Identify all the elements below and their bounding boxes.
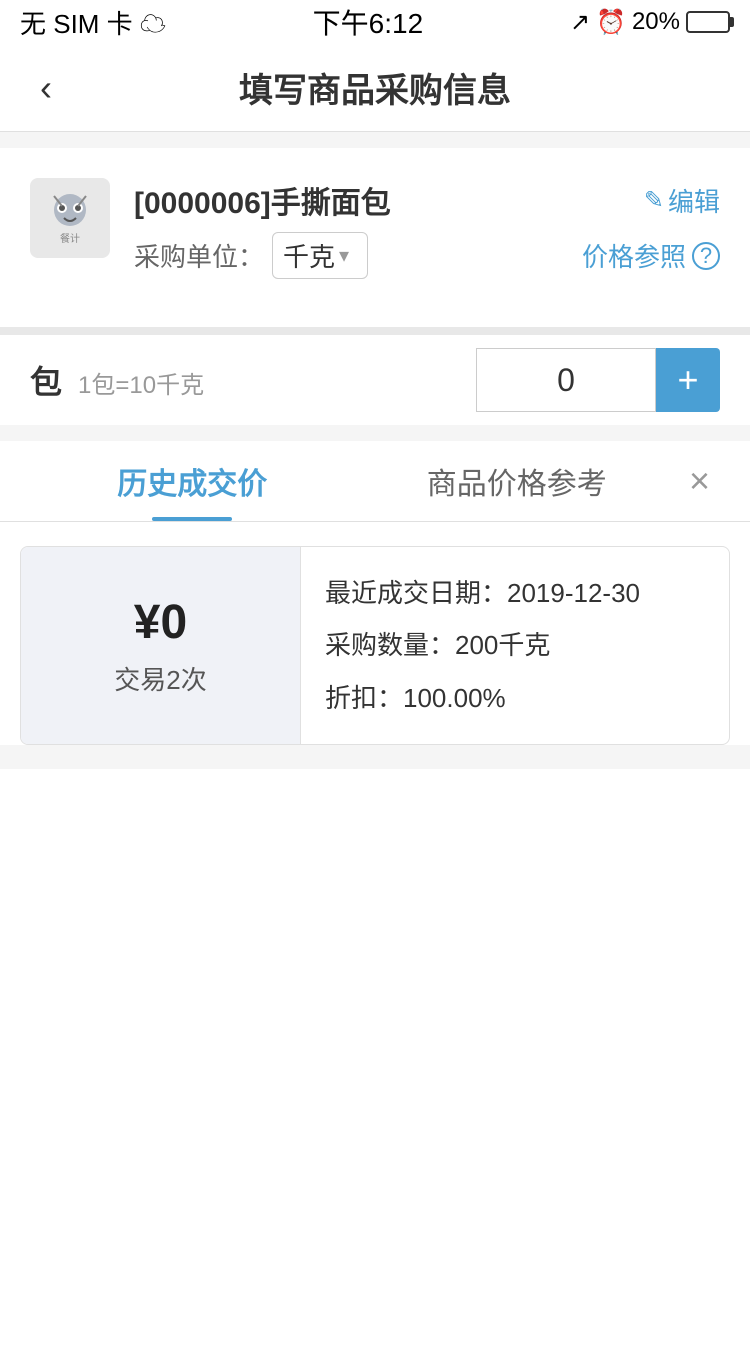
product-name: [0000006]手撕面包 [134,178,391,222]
battery-indicator [686,11,730,33]
page-title: 填写商品采购信息 [239,63,511,112]
tab-section: 历史成交价 商品价格参考 × ¥0 交易2次 最近成交日期：2019-12-30… [0,441,750,745]
unit-value: 千克 [283,237,335,274]
recent-date-row: 最近成交日期：2019-12-30 [325,575,705,611]
battery-tip [730,17,734,27]
trade-price: ¥0 [134,595,187,650]
product-header: 餐计 [0000006]手撕面包 ✎ 编辑 采购单位： 千克 ▾ [30,178,720,279]
quantity-row: 包 1包=10千克 0 + [0,335,750,425]
dropdown-arrow-icon: ▾ [339,243,349,268]
quantity-left: 包 1包=10千克 [30,357,204,403]
quantity-plus-button[interactable]: + [656,348,720,412]
section-divider [0,327,750,335]
edit-icon: ✎ [644,186,664,215]
product-name-row: [0000006]手撕面包 ✎ 编辑 [134,178,720,222]
purchase-qty-row: 采购数量：200千克 [325,627,705,663]
status-left: 无 SIM 卡 ☁ [20,4,166,41]
tab-product-price[interactable]: 商品价格参考 [354,441,678,521]
svg-text:餐计: 餐计 [60,232,80,245]
product-card: 餐计 [0000006]手撕面包 ✎ 编辑 采购单位： 千克 ▾ [0,148,750,327]
purchase-unit-row: 采购单位： 千克 ▾ 价格参照 ? [134,232,720,279]
nav-bar: ‹ 填写商品采购信息 [0,44,750,132]
quantity-input[interactable]: 0 [476,348,656,412]
recent-date-label: 最近成交日期： [325,578,507,608]
price-value: 0 [161,596,188,649]
discount-value: 100.00% [403,683,506,713]
battery-percent: 20% [632,8,680,36]
tab-history-price[interactable]: 历史成交价 [30,441,354,521]
trade-card: ¥0 交易2次 最近成交日期：2019-12-30 采购数量：200千克 折扣：… [20,546,730,745]
brand-logo-icon: 餐计 [40,188,100,248]
back-button[interactable]: ‹ [30,57,62,119]
price-symbol: ¥ [134,596,161,649]
battery-body [686,11,730,33]
tab-bar: 历史成交价 商品价格参考 × [0,441,750,522]
edit-button[interactable]: ✎ 编辑 [644,182,720,219]
price-ref-help-icon: ? [692,242,720,270]
trade-details: 最近成交日期：2019-12-30 采购数量：200千克 折扣：100.00% [301,547,729,744]
product-info: [0000006]手撕面包 ✎ 编辑 采购单位： 千克 ▾ 价格参照 ? [134,178,720,279]
tab-product-price-label: 商品价格参考 [427,459,607,503]
tab-history-price-label: 历史成交价 [117,459,267,503]
unit-select-dropdown[interactable]: 千克 ▾ [272,232,368,279]
product-logo: 餐计 [30,178,110,258]
status-time: 下午6:12 [313,2,424,42]
edit-label: 编辑 [668,182,720,219]
purchase-unit-label: 采购单位： [134,237,264,274]
discount-label: 折扣： [325,683,403,713]
alarm-icon: ⏰ [596,8,626,37]
purchase-qty-label: 采购数量： [325,630,455,660]
tab-close-button[interactable]: × [679,450,720,512]
quantity-unit-label: 包 [30,357,62,403]
bottom-space [0,769,750,1369]
status-right: ↗ ⏰ 20% [570,8,730,37]
purchase-qty-value: 200千克 [455,630,550,660]
unit-selector-group: 采购单位： 千克 ▾ [134,232,368,279]
price-ref-label: 价格参照 [582,237,686,274]
trade-price-summary: ¥0 交易2次 [21,547,301,744]
quantity-right: 0 + [476,348,720,412]
recent-date-value: 2019-12-30 [507,578,640,608]
quantity-hint: 1包=10千克 [78,365,204,400]
price-ref-button[interactable]: 价格参照 ? [582,237,720,274]
discount-row: 折扣：100.00% [325,680,705,716]
location-icon: ↗ [570,8,590,37]
status-bar: 无 SIM 卡 ☁ 下午6:12 ↗ ⏰ 20% [0,0,750,44]
trade-count: 交易2次 [114,660,206,697]
